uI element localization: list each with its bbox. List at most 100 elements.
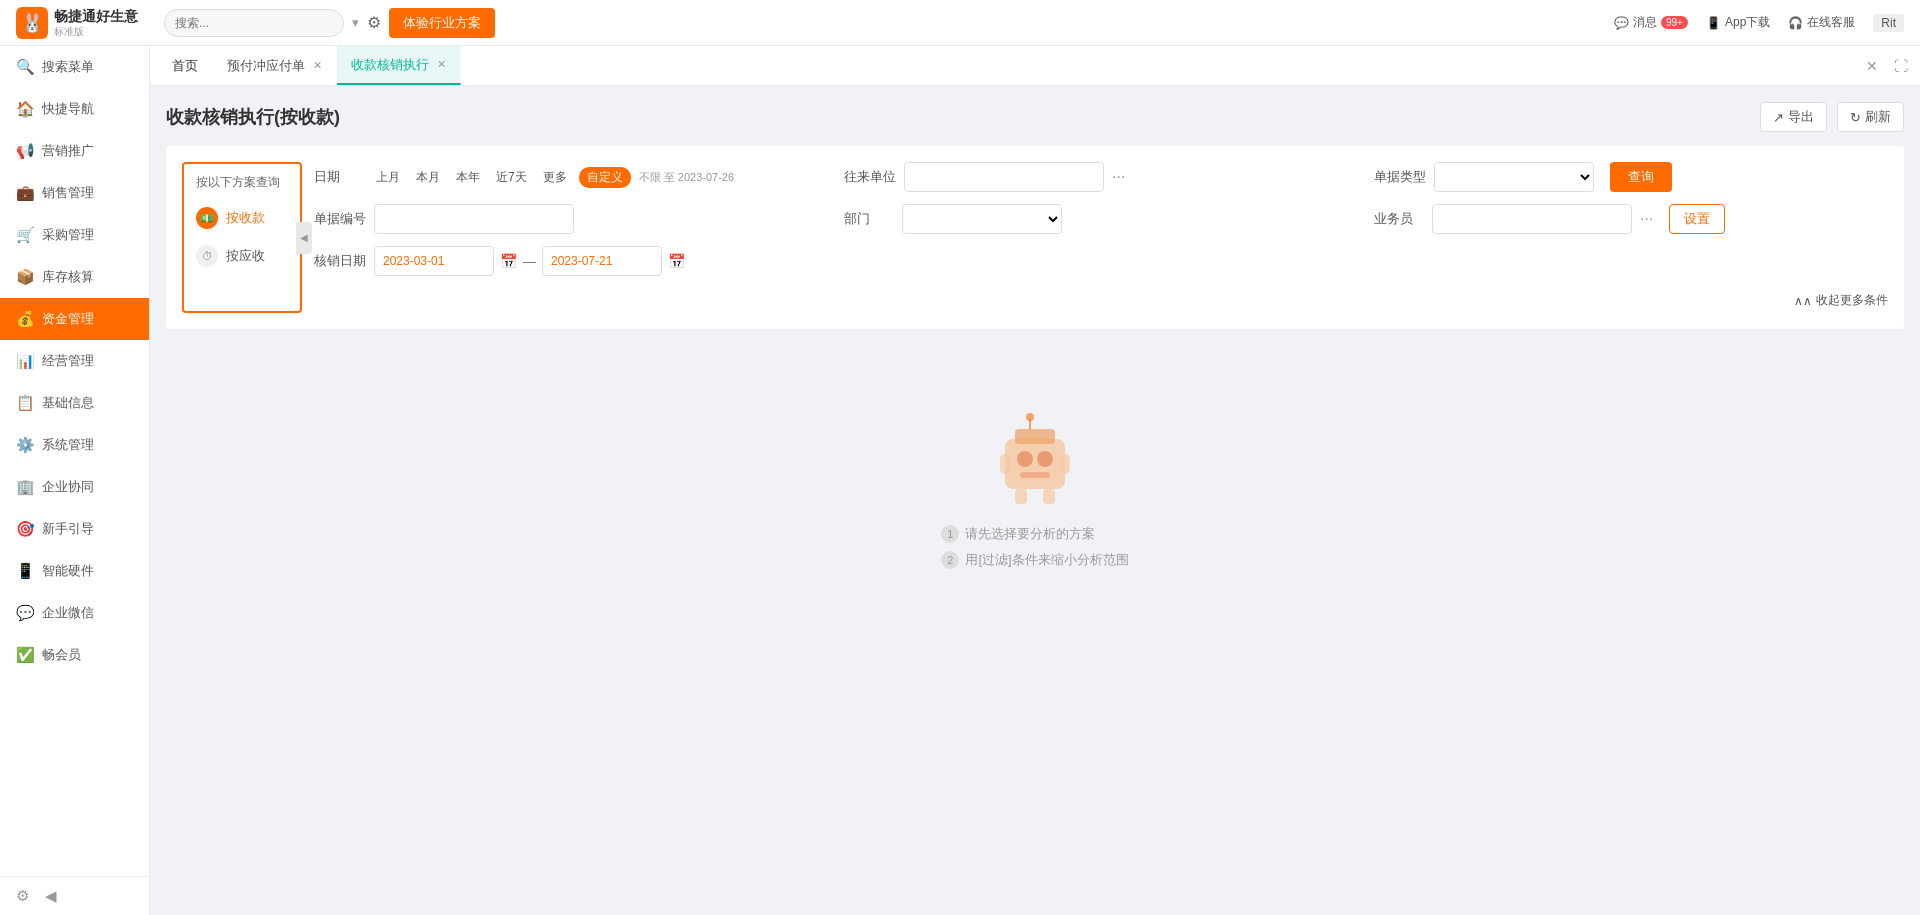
tab-expand-icon[interactable]: ⛶ bbox=[1890, 54, 1912, 78]
voucher-type-select[interactable] bbox=[1434, 162, 1594, 192]
app-download-action[interactable]: 📱 App下载 bbox=[1706, 14, 1770, 31]
svg-point-3 bbox=[1037, 451, 1053, 467]
tab-receipt-writeoff-close[interactable]: ✕ bbox=[437, 58, 446, 71]
voucher-type-label: 单据类型 bbox=[1374, 168, 1426, 186]
this-month-shortcut[interactable]: 本月 bbox=[412, 167, 444, 188]
tab-home[interactable]: 首页 bbox=[158, 46, 213, 85]
sidebar-item-purchase[interactable]: 🛒 采购管理 bbox=[0, 214, 149, 256]
last7-shortcut[interactable]: 近7天 bbox=[492, 167, 531, 188]
sidebar-label: 搜索菜单 bbox=[42, 58, 94, 76]
calendar-end-icon[interactable]: 📅 bbox=[668, 253, 685, 269]
voucher-type-field: 单据类型 查询 bbox=[1374, 162, 1888, 192]
custom-shortcut[interactable]: 自定义 bbox=[579, 167, 631, 188]
svg-rect-8 bbox=[1043, 489, 1055, 504]
writeoff-date-range: 📅 — 📅 bbox=[374, 246, 685, 276]
sidebar-label: 资金管理 bbox=[42, 310, 94, 328]
writeoff-date-start-input[interactable] bbox=[374, 246, 494, 276]
writeoff-date-end-input[interactable] bbox=[542, 246, 662, 276]
collapse-sidebar-icon[interactable]: ◀ bbox=[45, 887, 57, 905]
sidebar-item-system[interactable]: ⚙️ 系统管理 bbox=[0, 424, 149, 466]
sidebar-label: 系统管理 bbox=[42, 436, 94, 454]
receivable-option-icon: ⏱ bbox=[196, 245, 218, 267]
filter-row-1: 日期 上月 本月 本年 近7天 更多 自定义 不限 至 2023-07-26 bbox=[314, 162, 1888, 192]
basicinfo-icon: 📋 bbox=[16, 394, 34, 412]
sidebar-label: 库存核算 bbox=[42, 268, 94, 286]
svg-rect-1 bbox=[1015, 429, 1055, 444]
this-year-shortcut[interactable]: 本年 bbox=[452, 167, 484, 188]
more-shortcut[interactable]: 更多 bbox=[539, 167, 571, 188]
sidebar-bottom: ⚙ ◀ bbox=[0, 876, 149, 915]
sidebar-label: 企业协同 bbox=[42, 478, 94, 496]
sidebar-label: 采购管理 bbox=[42, 226, 94, 244]
svg-rect-0 bbox=[1005, 439, 1065, 489]
sidebar-item-operations[interactable]: 📊 经营管理 bbox=[0, 340, 149, 382]
export-button[interactable]: ↗ 导出 bbox=[1760, 102, 1827, 132]
sidebar-item-inventory[interactable]: 📦 库存核算 bbox=[0, 256, 149, 298]
date-field: 日期 上月 本月 本年 近7天 更多 自定义 不限 至 2023-07-26 bbox=[314, 167, 828, 188]
sidebar-item-hardware[interactable]: 📱 智能硬件 bbox=[0, 550, 149, 592]
query-button[interactable]: 查询 bbox=[1610, 162, 1672, 192]
tab-receipt-writeoff[interactable]: 收款核销执行 ✕ bbox=[337, 46, 461, 85]
receipt-option-icon: 💵 bbox=[196, 207, 218, 229]
header-search-input[interactable] bbox=[164, 9, 344, 37]
tab-prepay[interactable]: 预付冲应付单 ✕ bbox=[213, 46, 337, 85]
partner-dots-icon[interactable]: ··· bbox=[1112, 168, 1125, 186]
sidebar-item-marketing[interactable]: 📢 营销推广 bbox=[0, 130, 149, 172]
svg-rect-6 bbox=[1060, 454, 1070, 474]
partner-input[interactable] bbox=[904, 162, 1104, 192]
sidebar-item-sales[interactable]: 💼 销售管理 bbox=[0, 172, 149, 214]
sidebar-item-search-menu[interactable]: 🔍 搜索菜单 bbox=[0, 46, 149, 88]
date-shortcuts: 上月 本月 本年 近7天 更多 自定义 bbox=[372, 167, 631, 188]
system-icon: ⚙️ bbox=[16, 436, 34, 454]
filter-sidebar-title: 按以下方案查询 bbox=[184, 174, 300, 199]
receivable-option-label: 按应收 bbox=[226, 247, 265, 265]
content-area: 首页 预付冲应付单 ✕ 收款核销执行 ✕ ✕ ⛶ 收款核销执行(按收款) bbox=[150, 46, 1920, 915]
main-layout: 🔍 搜索菜单 🏠 快捷导航 📢 营销推广 💼 销售管理 🛒 采购管理 📦 库存核… bbox=[0, 46, 1920, 915]
calendar-start-icon[interactable]: 📅 bbox=[500, 253, 517, 269]
filter-option-by-receipt[interactable]: 💵 按收款 bbox=[184, 199, 300, 237]
message-action[interactable]: 💬 消息 99+ bbox=[1614, 14, 1688, 31]
sidebar-label: 营销推广 bbox=[42, 142, 94, 160]
gear-icon[interactable]: ⚙ bbox=[367, 13, 381, 32]
staff-dots-icon[interactable]: ··· bbox=[1640, 210, 1653, 228]
voucher-no-input[interactable] bbox=[374, 204, 574, 234]
header-right: 💬 消息 99+ 📱 App下载 🎧 在线客服 Rit bbox=[1614, 14, 1904, 32]
refresh-button[interactable]: ↻ 刷新 bbox=[1837, 102, 1904, 132]
chevron-down-icon[interactable]: ▾ bbox=[352, 15, 359, 30]
search-icon: 🔍 bbox=[16, 58, 34, 76]
collapse-more-button[interactable]: ∧∧ 收起更多条件 bbox=[314, 288, 1888, 313]
dept-select[interactable] bbox=[902, 204, 1062, 234]
writeoff-date-label: 核销日期 bbox=[314, 252, 366, 270]
sales-icon: 💼 bbox=[16, 184, 34, 202]
user-name[interactable]: Rit bbox=[1873, 14, 1904, 32]
tab-prepay-close[interactable]: ✕ bbox=[313, 59, 322, 72]
filter-collapse-button[interactable]: ◀ bbox=[296, 222, 312, 254]
sidebar-item-enterprise[interactable]: 🏢 企业协同 bbox=[0, 466, 149, 508]
partner-label: 往来单位 bbox=[844, 168, 896, 186]
industry-solution-button[interactable]: 体验行业方案 bbox=[389, 8, 495, 38]
wechat-icon: 💬 bbox=[16, 604, 34, 622]
filter-option-by-receivable[interactable]: ⏱ 按应收 bbox=[184, 237, 300, 275]
filter-row-3: 核销日期 📅 — 📅 bbox=[314, 246, 1888, 276]
sidebar-item-basic-info[interactable]: 📋 基础信息 bbox=[0, 382, 149, 424]
online-service-action[interactable]: 🎧 在线客服 bbox=[1788, 14, 1855, 31]
last-month-shortcut[interactable]: 上月 bbox=[372, 167, 404, 188]
sidebar-item-guide[interactable]: 🎯 新手引导 bbox=[0, 508, 149, 550]
sidebar-label: 基础信息 bbox=[42, 394, 94, 412]
filter-form: 日期 上月 本月 本年 近7天 更多 自定义 不限 至 2023-07-26 bbox=[314, 162, 1888, 313]
tab-home-label: 首页 bbox=[172, 57, 198, 75]
settings-button[interactable]: 设置 bbox=[1669, 204, 1725, 234]
sidebar-item-finance[interactable]: 💰 资金管理 bbox=[0, 298, 149, 340]
sidebar-item-quick-nav[interactable]: 🏠 快捷导航 bbox=[0, 88, 149, 130]
staff-input[interactable] bbox=[1432, 204, 1632, 234]
settings-bottom-icon[interactable]: ⚙ bbox=[16, 887, 29, 905]
sidebar-item-member[interactable]: ✅ 畅会员 bbox=[0, 634, 149, 676]
voucher-no-field: 单据编号 bbox=[314, 204, 828, 234]
voucher-no-label: 单据编号 bbox=[314, 210, 366, 228]
svg-rect-4 bbox=[1020, 472, 1050, 478]
sidebar-item-wechat[interactable]: 💬 企业微信 bbox=[0, 592, 149, 634]
header-left: 🐰 畅捷通好生意 标准版 ▾ ⚙ 体验行业方案 bbox=[16, 7, 1614, 39]
tab-close-all-icon[interactable]: ✕ bbox=[1862, 54, 1882, 78]
empty-tip-2: 2 用[过滤]条件来缩小分析范围 bbox=[941, 551, 1128, 569]
top-header: 🐰 畅捷通好生意 标准版 ▾ ⚙ 体验行业方案 💬 消息 99+ 📱 App下载… bbox=[0, 0, 1920, 46]
